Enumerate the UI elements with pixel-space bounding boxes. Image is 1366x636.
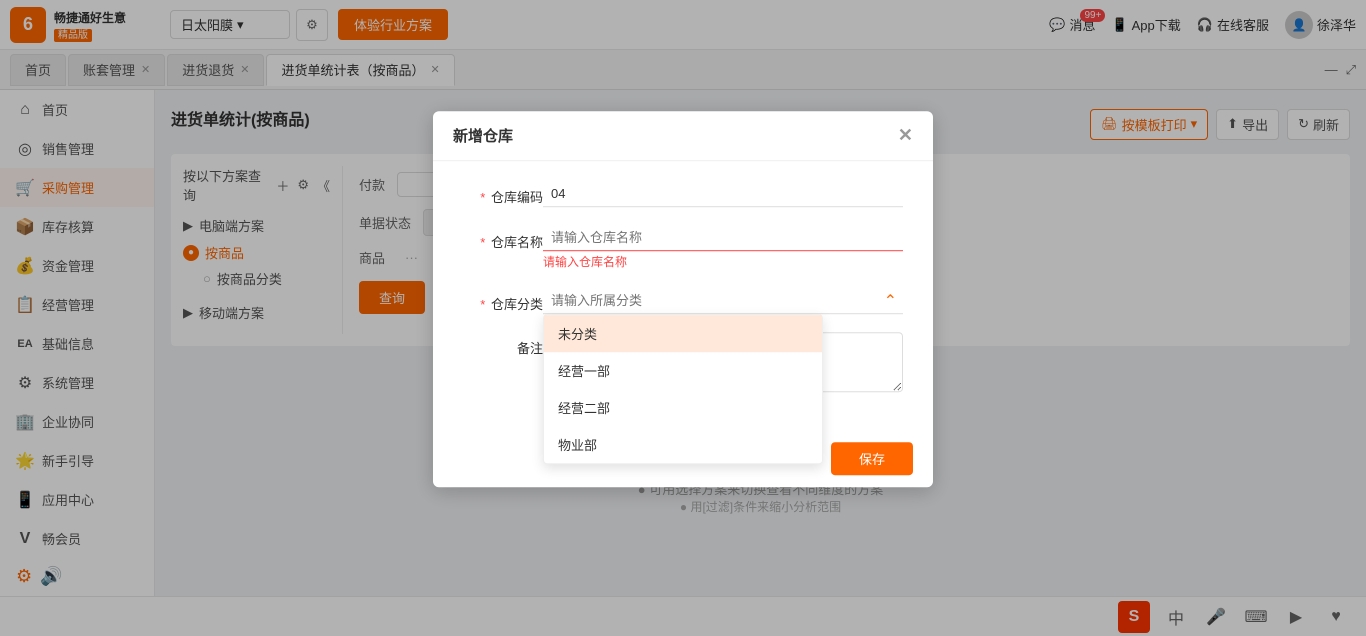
modal-body: * 仓库编码 * 仓库名称 请输入仓库名称 * 仓库分类: [433, 161, 933, 430]
remark-label-text: 备注: [517, 341, 543, 356]
modal-title: 新增仓库: [453, 125, 513, 146]
chevron-up-icon[interactable]: ⌃: [884, 291, 897, 311]
category-input[interactable]: [543, 288, 903, 314]
name-input[interactable]: [543, 225, 903, 251]
dropdown-option-1[interactable]: 经营一部: [544, 352, 822, 389]
required-star-category: *: [480, 297, 485, 312]
new-warehouse-modal: 新增仓库 ✕ * 仓库编码 * 仓库名称 请输入仓库名称: [433, 111, 933, 487]
dropdown-option-0[interactable]: 未分类: [544, 315, 822, 352]
category-dropdown-list: 未分类 经营一部 经营二部 物业部: [543, 314, 823, 464]
required-star-name: *: [480, 235, 485, 250]
form-row-category: * 仓库分类 ⌃ 未分类 经营一部 经营二部 物业部: [463, 288, 903, 314]
name-error-message: 请输入仓库名称: [543, 255, 627, 269]
category-dropdown-wrap: ⌃ 未分类 经营一部 经营二部 物业部: [543, 288, 903, 314]
code-label: * 仓库编码: [463, 181, 543, 206]
category-label: * 仓库分类: [463, 288, 543, 313]
remark-label: 备注: [463, 332, 543, 357]
code-input[interactable]: [543, 181, 903, 207]
code-label-text: 仓库编码: [491, 190, 543, 205]
dropdown-option-2[interactable]: 经营二部: [544, 389, 822, 426]
modal-header: 新增仓库 ✕: [433, 111, 933, 161]
form-row-code: * 仓库编码: [463, 181, 903, 207]
category-label-text: 仓库分类: [491, 297, 543, 312]
save-button[interactable]: 保存: [831, 442, 913, 475]
dropdown-option-3[interactable]: 物业部: [544, 426, 822, 463]
name-label: * 仓库名称: [463, 226, 543, 251]
form-row-name: * 仓库名称 请输入仓库名称: [463, 225, 903, 270]
name-label-text: 仓库名称: [491, 235, 543, 250]
modal-close-button[interactable]: ✕: [898, 125, 913, 146]
required-star-code: *: [480, 190, 485, 205]
